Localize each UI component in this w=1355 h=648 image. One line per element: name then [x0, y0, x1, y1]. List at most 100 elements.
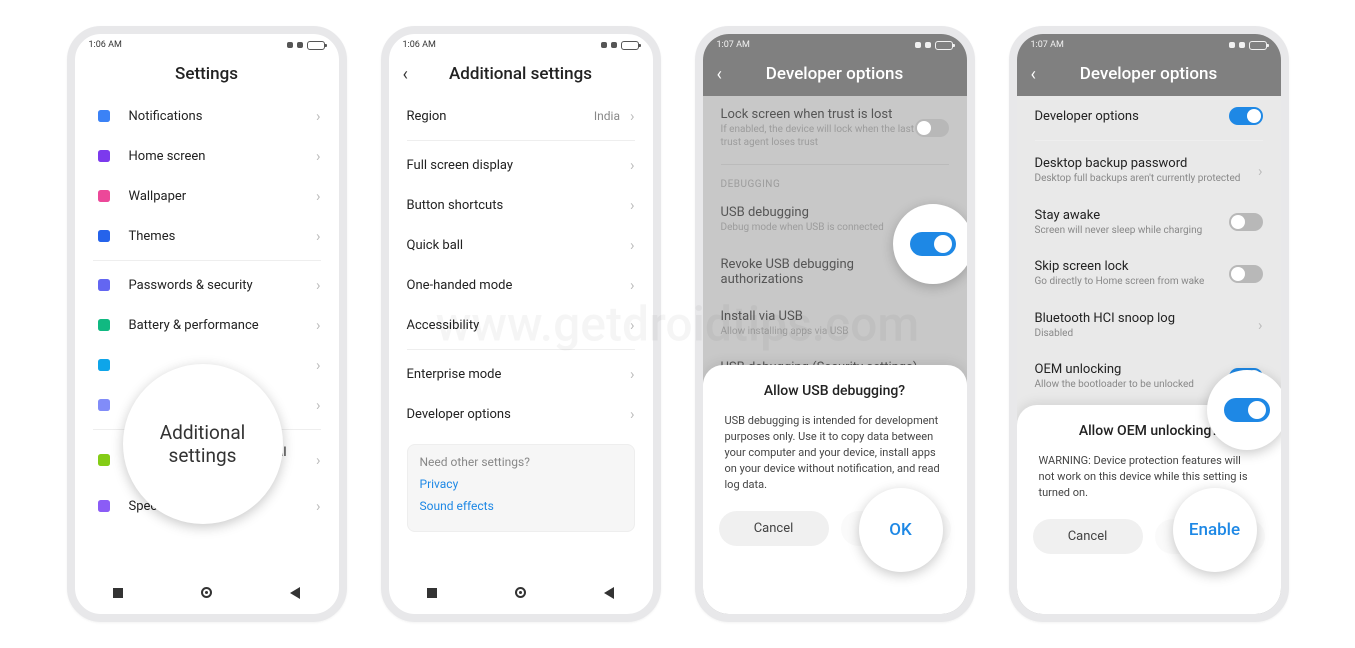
header: Settings — [75, 56, 339, 96]
row-label: Developer options — [407, 407, 624, 422]
chevron-right-icon: › — [1258, 316, 1263, 334]
row-label: Home screen — [129, 149, 310, 164]
row-developer-options[interactable]: Developer options — [1021, 96, 1277, 136]
status-icon — [611, 42, 617, 48]
settings-row[interactable]: Quick ball › — [393, 225, 649, 265]
settings-row[interactable]: Accessibility› — [393, 305, 649, 345]
settings-row[interactable]: Bluetooth HCI snoop log Disabled › — [1021, 300, 1277, 352]
divider — [1035, 140, 1263, 141]
settings-row[interactable]: Developer options › — [393, 394, 649, 434]
row-icon — [93, 357, 115, 373]
row-label: Install via USB — [721, 309, 949, 324]
back-button[interactable]: ‹ — [1031, 64, 1036, 85]
row-lock-screen-trust[interactable]: Lock screen when trust is lost If enable… — [707, 96, 963, 160]
nav-back[interactable] — [604, 587, 614, 602]
page-title: Developer options — [1031, 64, 1267, 84]
row-label: Accessibility — [407, 318, 624, 333]
settings-row[interactable]: Themes› — [79, 216, 335, 256]
nav-recents[interactable] — [113, 587, 123, 601]
row-label: Button shortcuts — [407, 198, 624, 213]
row-icon — [93, 228, 115, 244]
toggle[interactable] — [1229, 265, 1263, 283]
back-button[interactable]: ‹ — [717, 64, 722, 85]
settings-row[interactable]: Stay awakeScreen will never sleep while … — [1021, 197, 1277, 249]
row-sublabel: If enabled, the device will lock when th… — [721, 124, 915, 149]
phone-oem-unlocking: 1:07 AM ‹ Developer options Developer op… — [1009, 26, 1289, 622]
settings-row[interactable]: Passwords & security› — [79, 265, 335, 305]
settings-row[interactable]: Enterprise mode › — [393, 354, 649, 394]
row-icon — [93, 498, 115, 514]
toggle[interactable] — [915, 119, 949, 137]
oem-unlocking-toggle[interactable] — [1224, 398, 1270, 422]
callout-enable-button: Enable — [1173, 488, 1257, 572]
callout-ok-button: OK — [859, 488, 943, 572]
callout-oem-toggle — [1207, 370, 1287, 450]
chevron-right-icon: › — [630, 365, 635, 383]
row-label: Wallpaper — [129, 189, 310, 204]
settings-row[interactable]: Button shortcuts› — [393, 185, 649, 225]
nav-home[interactable] — [201, 587, 212, 601]
cancel-button[interactable]: Cancel — [719, 511, 829, 546]
status-time: 1:07 AM — [717, 40, 750, 50]
row-icon — [93, 188, 115, 204]
settings-row[interactable]: Notifications› — [79, 96, 335, 136]
row-sublabel: Desktop full backups aren't currently pr… — [1035, 173, 1252, 186]
row-region[interactable]: Region India › — [393, 96, 649, 136]
nav-recents[interactable] — [427, 587, 437, 601]
chevron-right-icon: › — [1258, 162, 1263, 180]
chevron-right-icon: › — [316, 187, 321, 205]
settings-row[interactable]: Skip screen lockGo directly to Home scre… — [1021, 248, 1277, 300]
divider — [721, 164, 949, 165]
settings-row[interactable]: Home screen › — [79, 136, 335, 176]
row-icon — [93, 452, 115, 468]
header: ‹ Additional settings — [389, 56, 653, 96]
statusbar: 1:06 AM — [389, 34, 653, 56]
settings-row[interactable]: Wallpaper › — [79, 176, 335, 216]
phone-additional-settings: 1:06 AM ‹ Additional settings Region Ind… — [381, 26, 661, 622]
help-link-privacy[interactable]: Privacy — [420, 477, 622, 491]
dialog-usb-debugging: Allow USB debugging? USB debugging is in… — [703, 365, 967, 614]
callout-additional-settings: Additional settings — [123, 364, 283, 524]
row-icon — [93, 397, 115, 413]
chevron-right-icon: › — [630, 236, 635, 254]
row-label: Quick ball — [407, 238, 624, 253]
chevron-right-icon: › — [316, 356, 321, 374]
additional-settings-list: Region India › Full screen display›Butto… — [389, 96, 653, 570]
row-sublabel: Disabled — [1035, 328, 1252, 341]
status-icon — [287, 42, 293, 48]
settings-row[interactable]: Desktop backup passwordDesktop full back… — [1021, 145, 1277, 197]
back-button[interactable]: ‹ — [403, 64, 408, 85]
help-link-sound-effects[interactable]: Sound effects — [420, 499, 622, 513]
enable-button[interactable]: Enable — [1189, 520, 1240, 540]
row-label: Bluetooth HCI snoop log — [1035, 311, 1252, 326]
page-title: Additional settings — [403, 64, 639, 84]
navbar — [389, 574, 653, 614]
cancel-button[interactable]: Cancel — [1033, 519, 1143, 554]
row-sublabel: Screen will never sleep while charging — [1035, 225, 1229, 238]
status-time: 1:06 AM — [403, 40, 436, 50]
chevron-right-icon: › — [316, 451, 321, 469]
chevron-right-icon: › — [316, 147, 321, 165]
usb-debugging-toggle[interactable] — [910, 232, 956, 256]
chevron-right-icon: › — [316, 107, 321, 125]
nav-back[interactable] — [290, 587, 300, 602]
toggle[interactable] — [1229, 213, 1263, 231]
row-sublabel: Allow the bootloader to be unlocked — [1035, 379, 1229, 392]
status-icon — [1239, 42, 1245, 48]
battery-icon — [307, 41, 325, 50]
row-sublabel: Allow installing apps via USB — [721, 326, 949, 339]
ok-button[interactable]: OK — [889, 520, 911, 540]
row-label: Skip screen lock — [1035, 259, 1229, 274]
nav-home[interactable] — [515, 587, 526, 601]
settings-row[interactable]: One-handed mode› — [393, 265, 649, 305]
section-debugging: DEBUGGING — [707, 169, 963, 194]
settings-row[interactable]: Full screen display› — [393, 145, 649, 185]
row-install-via-usb[interactable]: Install via USB Allow installing apps vi… — [707, 298, 963, 350]
battery-icon — [1249, 41, 1267, 50]
chevron-right-icon: › — [630, 276, 635, 294]
row-label: Enterprise mode — [407, 367, 624, 382]
chevron-right-icon: › — [630, 405, 635, 423]
row-label: Passwords & security — [129, 278, 310, 293]
settings-row[interactable]: Battery & performance› — [79, 305, 335, 345]
toggle[interactable] — [1229, 107, 1263, 125]
